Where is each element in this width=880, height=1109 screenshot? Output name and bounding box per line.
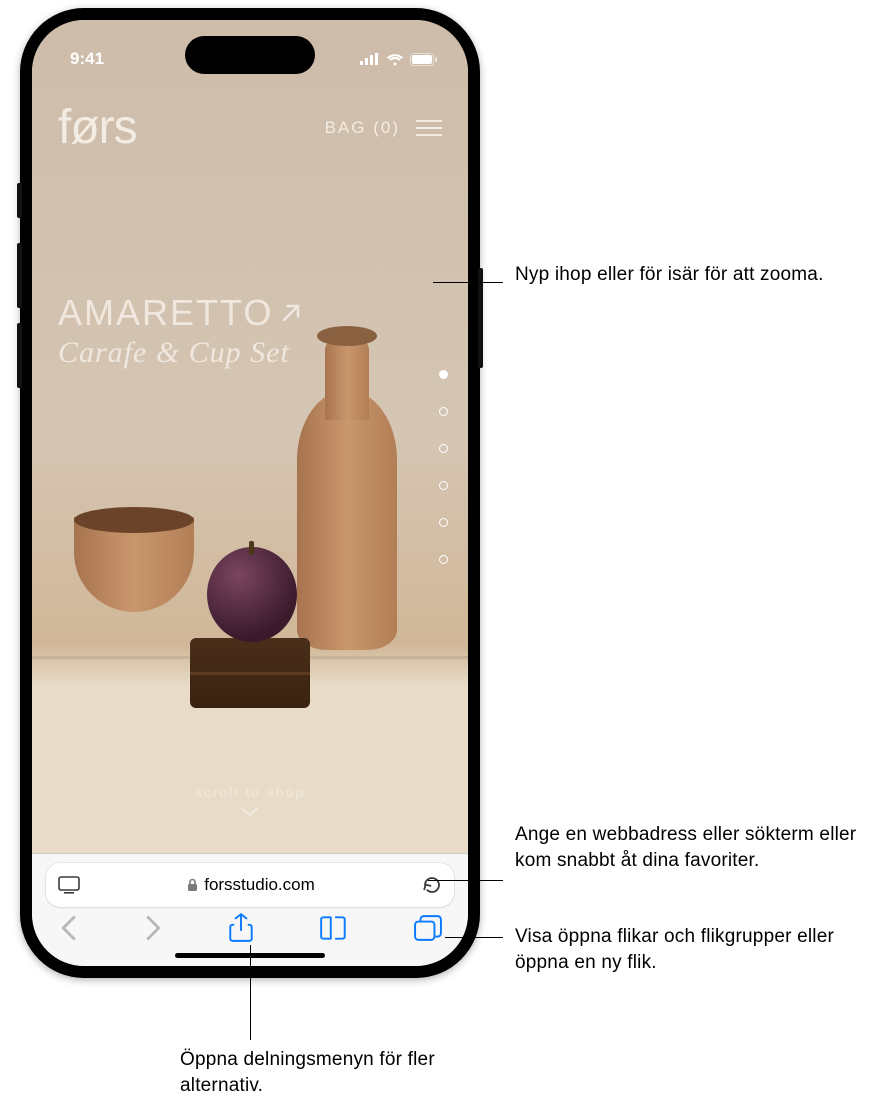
url-display[interactable]: forsstudio.com bbox=[90, 875, 412, 895]
back-button[interactable] bbox=[58, 915, 78, 941]
site-header: førs BAG (0) bbox=[58, 100, 442, 155]
page-dot[interactable] bbox=[439, 518, 448, 527]
page-dot[interactable] bbox=[439, 407, 448, 416]
hero-subtitle: Carafe & Cup Set bbox=[58, 336, 305, 370]
hero-text: AMARETTO Carafe & Cup Set bbox=[58, 292, 305, 370]
share-button[interactable] bbox=[229, 913, 253, 943]
cellular-icon bbox=[360, 53, 380, 65]
tabs-button[interactable] bbox=[414, 915, 442, 941]
callout-address: Ange en webbadress eller sökterm eller k… bbox=[515, 822, 870, 873]
page-dots[interactable] bbox=[439, 370, 448, 564]
callout-share: Öppna delningsmenyn för fler alternativ. bbox=[180, 1047, 480, 1098]
webpage-content[interactable]: førs BAG (0) AMARETTO Carafe & Cup Set bbox=[32, 20, 468, 853]
dynamic-island bbox=[185, 36, 315, 74]
lock-icon bbox=[187, 878, 198, 892]
status-icons bbox=[360, 53, 438, 66]
bag-link[interactable]: BAG (0) bbox=[325, 118, 400, 138]
callout-leader bbox=[428, 880, 503, 881]
forward-button[interactable] bbox=[144, 915, 164, 941]
hero-title-text: AMARETTO bbox=[58, 292, 273, 334]
carafe-image bbox=[287, 320, 407, 650]
bookmarks-button[interactable] bbox=[319, 915, 349, 941]
status-time: 9:41 bbox=[70, 49, 104, 69]
page-dot[interactable] bbox=[439, 370, 448, 379]
iphone-device-frame: 9:41 førs BAG (0) AMARETTO bbox=[20, 8, 480, 978]
side-button bbox=[17, 183, 22, 218]
phone-screen: 9:41 førs BAG (0) AMARETTO bbox=[32, 20, 468, 966]
volume-up-button bbox=[17, 243, 22, 308]
power-button bbox=[478, 268, 483, 368]
hamburger-menu-icon[interactable] bbox=[416, 120, 442, 136]
cup-image bbox=[74, 517, 194, 612]
scroll-hint: scroll to shop bbox=[195, 784, 305, 821]
scroll-hint-text: scroll to shop bbox=[195, 784, 305, 800]
callout-tabs: Visa öppna flikar och flikgrupper eller … bbox=[515, 924, 855, 975]
battery-icon bbox=[410, 53, 438, 66]
callout-leader bbox=[433, 282, 503, 283]
callout-zoom: Nyp ihop eller för isär för att zooma. bbox=[515, 262, 855, 288]
safari-toolbar bbox=[32, 907, 468, 943]
page-settings-icon[interactable] bbox=[58, 876, 80, 894]
volume-down-button bbox=[17, 323, 22, 388]
wifi-icon bbox=[386, 53, 404, 66]
chevron-down-icon bbox=[240, 806, 260, 818]
address-bar[interactable]: forsstudio.com bbox=[46, 863, 454, 907]
callout-leader bbox=[250, 945, 251, 1040]
cake-image bbox=[190, 638, 310, 708]
site-logo[interactable]: førs bbox=[58, 100, 137, 155]
url-text: forsstudio.com bbox=[204, 875, 315, 895]
reload-icon[interactable] bbox=[422, 874, 442, 896]
page-dot[interactable] bbox=[439, 481, 448, 490]
page-dot[interactable] bbox=[439, 555, 448, 564]
plum-image bbox=[207, 547, 297, 642]
callout-leader bbox=[445, 937, 503, 938]
page-dot[interactable] bbox=[439, 444, 448, 453]
hero-title[interactable]: AMARETTO bbox=[58, 292, 305, 334]
